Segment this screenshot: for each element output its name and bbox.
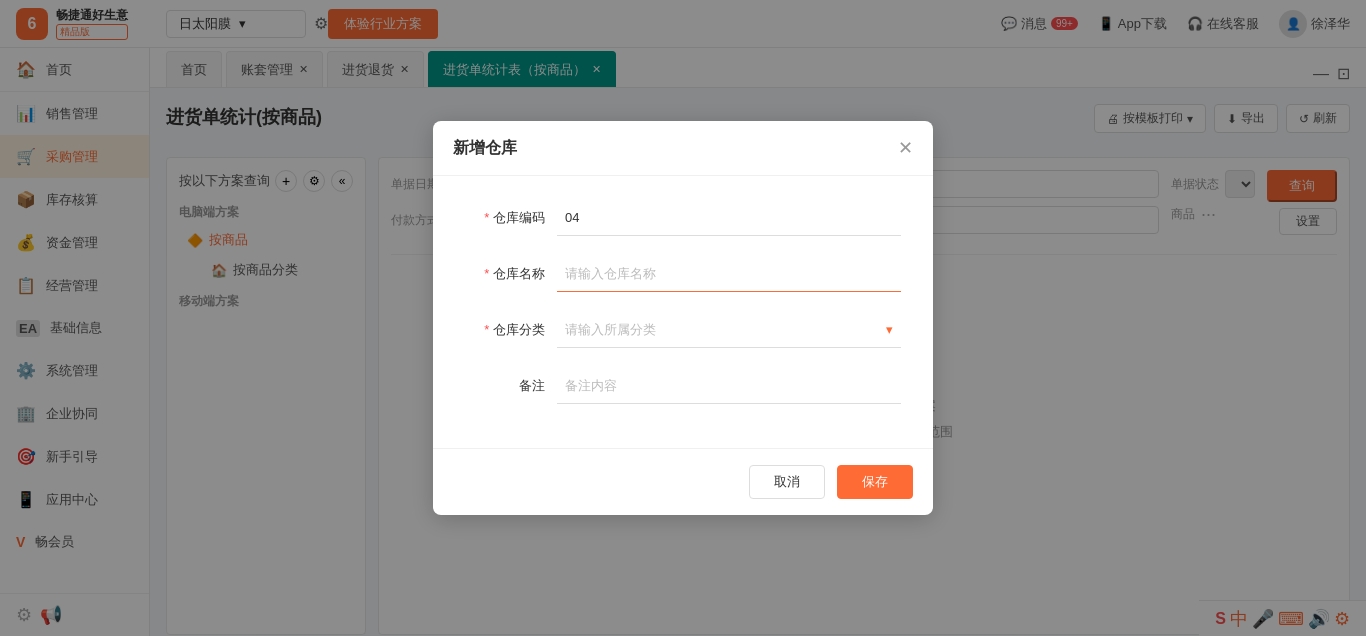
form-row-category: 仓库分类 请输入所属分类 ▾ <box>465 312 901 348</box>
form-row-code: 仓库编码 <box>465 200 901 236</box>
form-row-name: 仓库名称 <box>465 256 901 292</box>
warehouse-name-input[interactable] <box>557 256 901 292</box>
warehouse-category-select[interactable]: 请输入所属分类 ▾ <box>557 312 901 348</box>
dialog-overlay: 新增仓库 ✕ 仓库编码 仓库名称 仓库分类 请输入所属分类 ▾ <box>0 0 1366 636</box>
dialog-title: 新增仓库 <box>453 138 517 159</box>
select-arrow-icon: ▾ <box>886 322 893 337</box>
code-label: 仓库编码 <box>465 209 545 227</box>
new-warehouse-dialog: 新增仓库 ✕ 仓库编码 仓库名称 仓库分类 请输入所属分类 ▾ <box>433 121 933 515</box>
dialog-close-button[interactable]: ✕ <box>898 137 913 159</box>
dialog-footer: 取消 保存 <box>433 448 933 515</box>
category-label: 仓库分类 <box>465 321 545 339</box>
cancel-button[interactable]: 取消 <box>749 465 825 499</box>
warehouse-code-input[interactable] <box>557 200 901 236</box>
form-row-remark: 备注 <box>465 368 901 404</box>
remark-input[interactable] <box>557 368 901 404</box>
save-button[interactable]: 保存 <box>837 465 913 499</box>
remark-label: 备注 <box>465 377 545 395</box>
dialog-body: 仓库编码 仓库名称 仓库分类 请输入所属分类 ▾ 备注 <box>433 176 933 448</box>
dialog-header: 新增仓库 ✕ <box>433 121 933 176</box>
name-label: 仓库名称 <box>465 265 545 283</box>
